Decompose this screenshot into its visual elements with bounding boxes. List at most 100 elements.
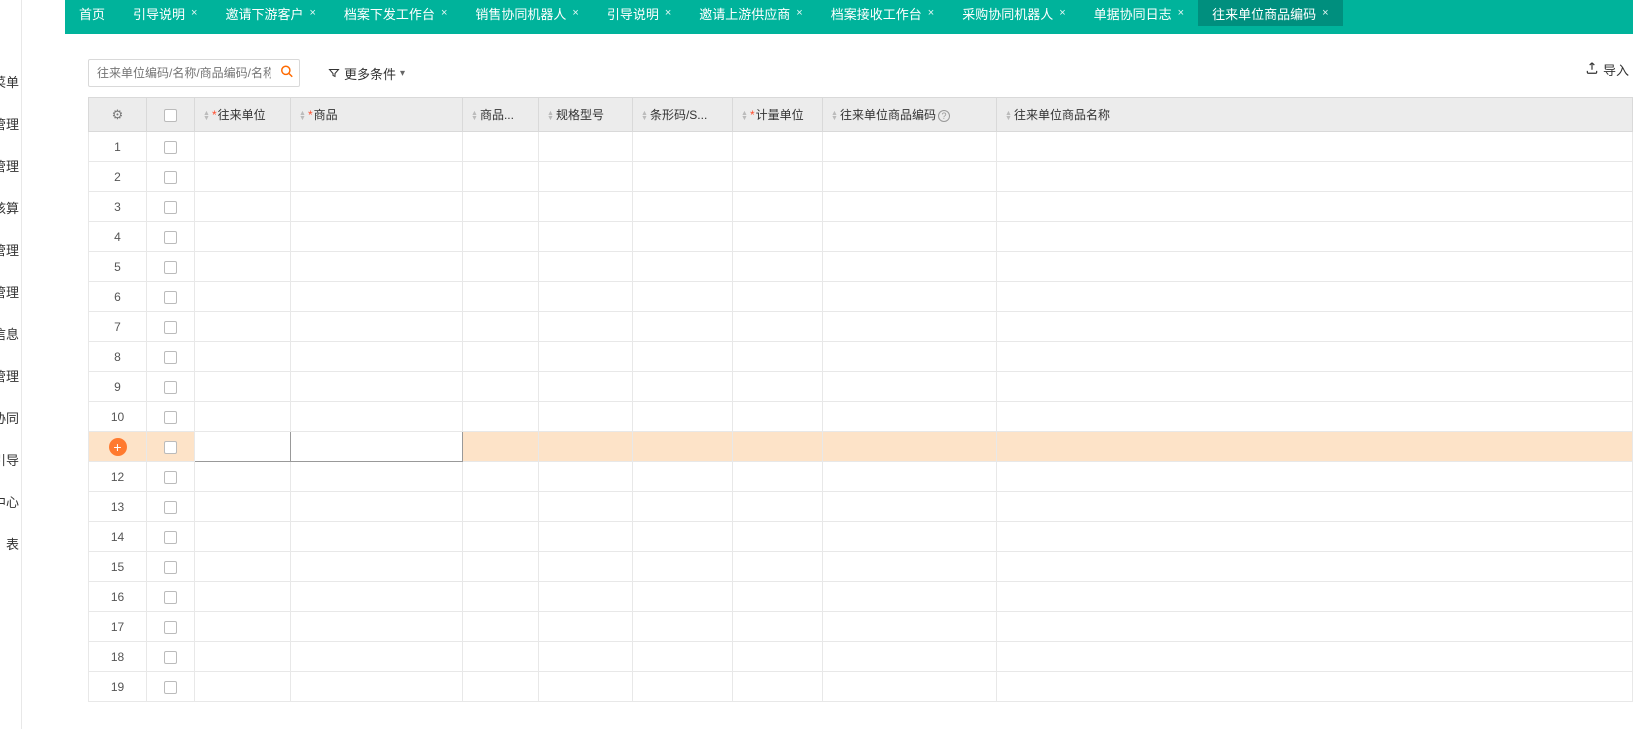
column-header-unit[interactable]: ▲▼*往来单位: [195, 98, 291, 132]
close-icon[interactable]: ×: [1059, 7, 1065, 19]
tab[interactable]: 档案接收工作台×: [817, 0, 948, 26]
tab[interactable]: 邀请下游客户×: [211, 0, 329, 26]
cell[interactable]: [291, 432, 463, 462]
cell[interactable]: [539, 672, 633, 702]
cell[interactable]: [823, 492, 997, 522]
cell[interactable]: [539, 132, 633, 162]
select-all-checkbox[interactable]: [164, 109, 177, 122]
sidebar-item[interactable]: 菜单: [0, 60, 21, 102]
table-row[interactable]: 16: [89, 582, 1633, 612]
tab[interactable]: 首页: [65, 0, 119, 26]
cell[interactable]: [823, 372, 997, 402]
cell[interactable]: [463, 642, 539, 672]
row-checkbox[interactable]: [164, 591, 177, 604]
tab[interactable]: 采购协同机器人×: [948, 0, 1079, 26]
cell[interactable]: [195, 432, 291, 462]
close-icon[interactable]: ×: [572, 7, 578, 19]
cell[interactable]: [463, 252, 539, 282]
cell[interactable]: [291, 312, 463, 342]
cell[interactable]: [195, 612, 291, 642]
cell[interactable]: [463, 162, 539, 192]
cell[interactable]: [997, 192, 1633, 222]
cell[interactable]: [463, 612, 539, 642]
cell[interactable]: [733, 402, 823, 432]
cell[interactable]: [733, 642, 823, 672]
column-header-code[interactable]: ▲▼往来单位商品编码?: [823, 98, 997, 132]
cell[interactable]: [539, 162, 633, 192]
row-checkbox[interactable]: [164, 411, 177, 424]
cell[interactable]: [195, 342, 291, 372]
cell[interactable]: [823, 252, 997, 282]
sidebar-item[interactable]: 协同: [0, 396, 21, 438]
cell[interactable]: [633, 462, 733, 492]
table-row[interactable]: 4: [89, 222, 1633, 252]
cell[interactable]: [997, 552, 1633, 582]
close-icon[interactable]: ×: [441, 7, 447, 19]
cell[interactable]: [291, 582, 463, 612]
cell[interactable]: [633, 282, 733, 312]
cell[interactable]: [291, 222, 463, 252]
row-checkbox[interactable]: [164, 141, 177, 154]
table-row[interactable]: 10: [89, 402, 1633, 432]
row-checkbox[interactable]: [164, 351, 177, 364]
cell[interactable]: [997, 612, 1633, 642]
cell[interactable]: [823, 402, 997, 432]
cell[interactable]: [733, 252, 823, 282]
sidebar-item[interactable]: 引导: [0, 438, 21, 480]
cell[interactable]: [463, 432, 539, 462]
cell[interactable]: [997, 492, 1633, 522]
cell[interactable]: [463, 282, 539, 312]
cell[interactable]: [291, 402, 463, 432]
cell[interactable]: [291, 252, 463, 282]
sidebar-item[interactable]: 信息: [0, 312, 21, 354]
cell[interactable]: [633, 642, 733, 672]
cell[interactable]: [823, 282, 997, 312]
cell[interactable]: [195, 222, 291, 252]
cell[interactable]: [195, 192, 291, 222]
cell[interactable]: [633, 492, 733, 522]
cell[interactable]: [633, 342, 733, 372]
cell[interactable]: [463, 192, 539, 222]
cell[interactable]: [195, 282, 291, 312]
cell[interactable]: [291, 342, 463, 372]
cell[interactable]: [539, 282, 633, 312]
cell[interactable]: [997, 582, 1633, 612]
cell[interactable]: [463, 312, 539, 342]
cell[interactable]: [997, 522, 1633, 552]
cell[interactable]: [539, 612, 633, 642]
sidebar-item[interactable]: 管理: [0, 354, 21, 396]
close-icon[interactable]: ×: [191, 7, 197, 19]
tab[interactable]: 引导说明×: [593, 0, 685, 26]
cell[interactable]: [733, 312, 823, 342]
row-checkbox[interactable]: [164, 651, 177, 664]
cell[interactable]: [539, 312, 633, 342]
sidebar-item[interactable]: 管理: [0, 102, 21, 144]
table-row[interactable]: 6: [89, 282, 1633, 312]
table-row[interactable]: 19: [89, 672, 1633, 702]
cell[interactable]: [633, 132, 733, 162]
row-checkbox[interactable]: [164, 231, 177, 244]
cell[interactable]: [539, 462, 633, 492]
cell[interactable]: [195, 642, 291, 672]
table-row[interactable]: 8: [89, 342, 1633, 372]
cell[interactable]: [195, 462, 291, 492]
gear-icon[interactable]: ⚙: [112, 107, 124, 122]
cell[interactable]: [463, 672, 539, 702]
cell[interactable]: [733, 192, 823, 222]
cell[interactable]: [733, 162, 823, 192]
cell[interactable]: [463, 342, 539, 372]
cell[interactable]: [823, 552, 997, 582]
cell[interactable]: [539, 642, 633, 672]
cell[interactable]: [733, 612, 823, 642]
cell[interactable]: [539, 342, 633, 372]
cell[interactable]: [633, 222, 733, 252]
row-checkbox[interactable]: [164, 201, 177, 214]
cell[interactable]: [463, 372, 539, 402]
cell[interactable]: [633, 312, 733, 342]
cell[interactable]: [539, 522, 633, 552]
column-header-name[interactable]: ▲▼往来单位商品名称: [997, 98, 1633, 132]
row-checkbox[interactable]: [164, 321, 177, 334]
table-row[interactable]: 7: [89, 312, 1633, 342]
column-header-prodn[interactable]: ▲▼商品...: [463, 98, 539, 132]
sidebar-item[interactable]: 管理: [0, 144, 21, 186]
